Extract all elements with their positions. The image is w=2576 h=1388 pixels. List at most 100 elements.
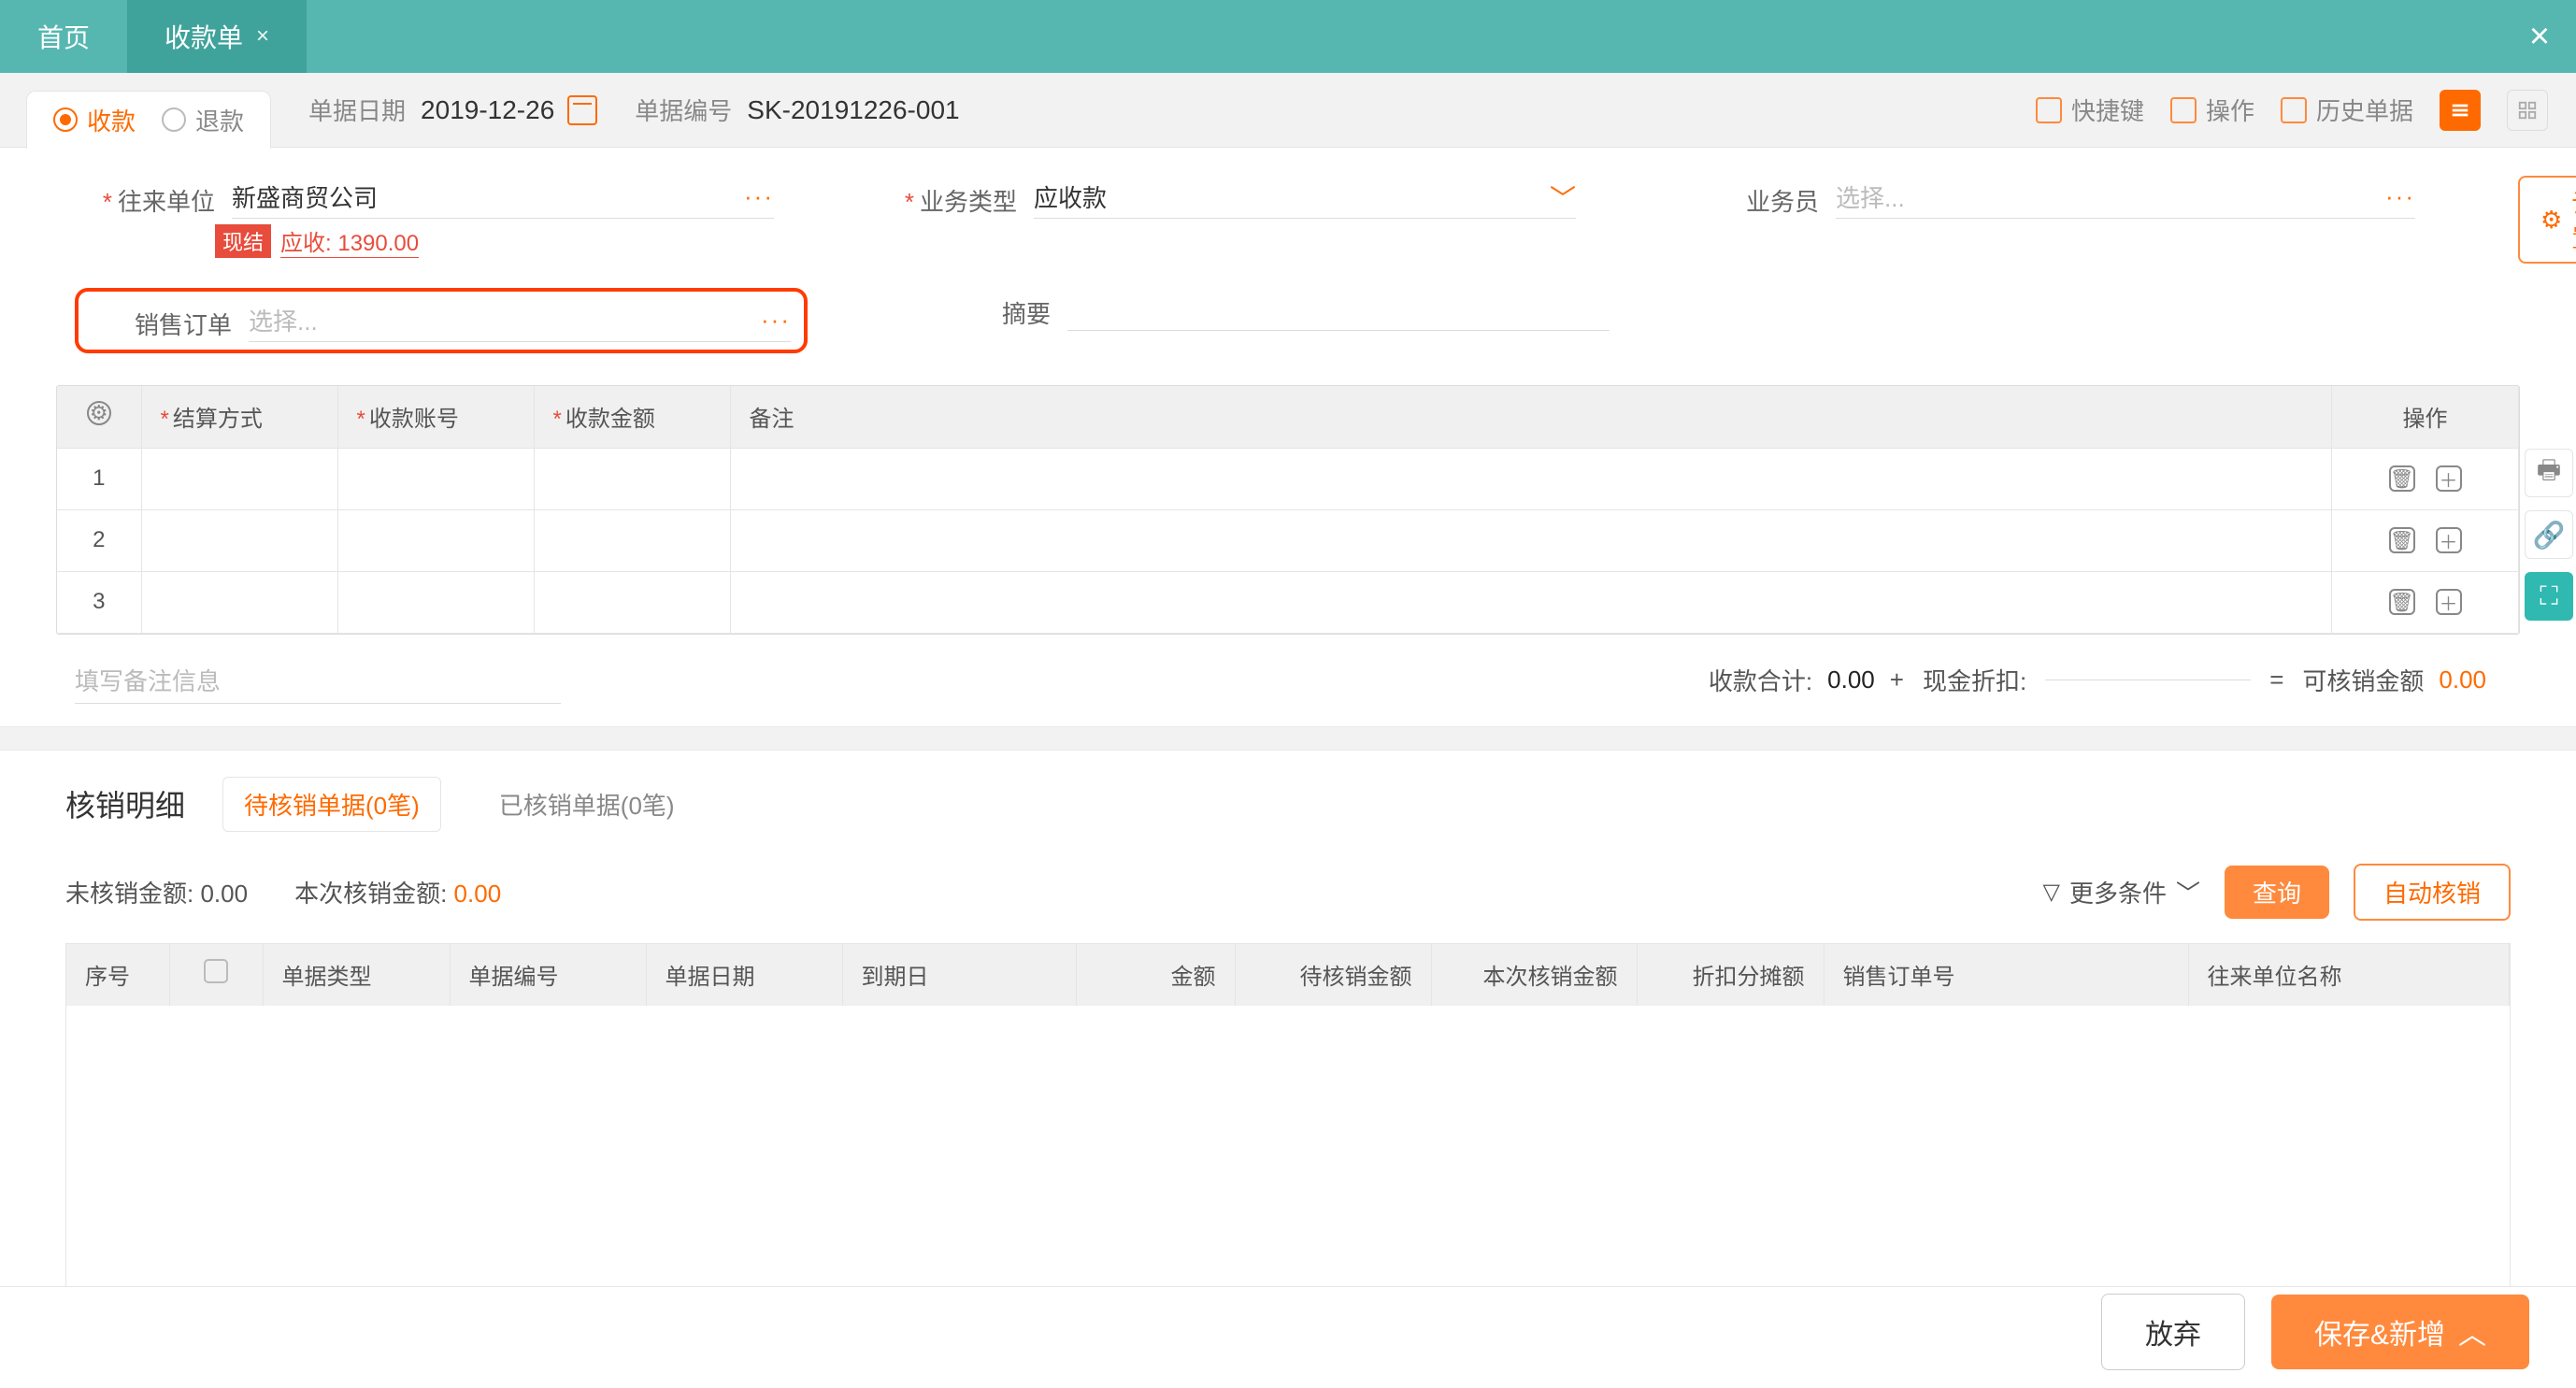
auto-verify-button[interactable]: 自动核销: [2354, 864, 2511, 921]
col-ops: 操作: [2403, 407, 2448, 432]
detail-grid: *结算方式 *收款账号 *收款金额 备注 操作 1 🗑 ＋ 2: [56, 385, 2520, 635]
settings-button[interactable]: ⚙ 设置: [2518, 176, 2576, 264]
history-label: 历史单据: [2316, 93, 2413, 127]
sum-discount-label: 现金折扣:: [1923, 663, 2026, 697]
discard-button[interactable]: 放弃: [2101, 1294, 2245, 1370]
vcol-date: 单据日期: [665, 965, 755, 990]
vcol-type: 单据类型: [282, 965, 372, 990]
settings-label: 设置: [2571, 185, 2576, 254]
row-delete-icon[interactable]: 🗑: [2389, 589, 2415, 615]
clerk-more-icon[interactable]: ···: [2385, 182, 2415, 211]
save-new-button[interactable]: 保存&新增 ︿: [2271, 1295, 2529, 1369]
grid-row[interactable]: 1 🗑 ＋: [57, 448, 2519, 509]
chevron-down-icon: ﹀: [1550, 179, 1576, 216]
more-filter[interactable]: ▽ 更多条件 ﹀: [2042, 875, 2200, 909]
doc-no-label: 单据编号: [635, 93, 732, 127]
party-balance: 应收: 1390.00: [280, 224, 419, 258]
summary-input[interactable]: [1067, 288, 1610, 331]
document-bar: 收款 退款 单据日期 2019-12-26 单据编号 SK-20191226-0…: [0, 73, 2576, 148]
ops-icon: [2170, 97, 2197, 123]
rail-link-icon[interactable]: 🔗: [2525, 510, 2573, 559]
select-all-checkbox[interactable]: [204, 959, 228, 983]
tab-receipt[interactable]: 收款单 ×: [127, 0, 307, 73]
party-label: 往来单位: [118, 188, 215, 216]
auto-verify-label: 自动核销: [2383, 880, 2481, 908]
unv-value: 0.00: [200, 880, 248, 908]
radio-refund-label: 退款: [195, 103, 244, 137]
summary-label: 摘要: [1002, 300, 1051, 328]
col-amount: 收款金额: [565, 407, 655, 432]
party-more-icon[interactable]: ···: [744, 182, 774, 211]
field-biztype: *业务类型 应收款 ﹀: [877, 176, 1576, 219]
vcol-party: 往来单位名称: [2208, 965, 2342, 990]
clerk-select[interactable]: 选择... ···: [1836, 176, 2415, 219]
sales-order-label: 销售订单: [135, 311, 232, 339]
row-index: 3: [57, 571, 141, 633]
sales-order-select[interactable]: 选择... ···: [249, 299, 791, 342]
grid-row[interactable]: 3 🗑 ＋: [57, 571, 2519, 633]
vcol-amount: 金额: [1171, 965, 1216, 990]
vcol-so: 销售订单号: [1843, 965, 1955, 990]
verify-tab-done[interactable]: 已核销单据(0笔): [479, 778, 695, 831]
vcol-seq: 序号: [85, 965, 130, 990]
sales-order-placeholder: 选择...: [249, 303, 318, 337]
vcol-this: 本次核销金额: [1483, 965, 1618, 990]
row-delete-icon[interactable]: 🗑: [2389, 465, 2415, 492]
view-card-button[interactable]: [2507, 90, 2548, 131]
radio-receipt[interactable]: 收款: [53, 103, 136, 137]
vcol-disc: 折扣分摊额: [1693, 965, 1805, 990]
side-rail: 🖶 🔗 ⛶: [2522, 449, 2576, 621]
radio-dot-icon: [53, 107, 78, 132]
field-party: *往来单位 新盛商贸公司 ··· 现结 应收: 1390.00: [75, 176, 774, 258]
form-area: *往来单位 新盛商贸公司 ··· 现结 应收: 1390.00 *业务类型 应收…: [0, 148, 2576, 363]
tab-receipt-label: 收款单: [165, 18, 243, 55]
ops-link[interactable]: 操作: [2170, 93, 2254, 127]
biztype-label: 业务类型: [920, 188, 1017, 216]
doc-date-value[interactable]: 2019-12-26: [421, 95, 554, 125]
sum-total-value: 0.00: [1827, 665, 1875, 694]
tab-home[interactable]: 首页: [0, 0, 127, 73]
biztype-select[interactable]: 应收款 ﹀: [1034, 176, 1576, 219]
section-divider: [0, 726, 2576, 751]
history-icon: [2281, 97, 2307, 123]
grid-gear-icon[interactable]: [87, 401, 111, 425]
footer-bar: 放弃 保存&新增 ︿: [0, 1286, 2576, 1376]
sum-writable-label: 可核销金额: [2302, 663, 2424, 697]
grid-row[interactable]: 2 🗑 ＋: [57, 509, 2519, 571]
rail-expand-icon[interactable]: ⛶: [2525, 572, 2573, 621]
chevron-down-icon: ﹀: [2176, 875, 2200, 909]
note-input[interactable]: 填写备注信息: [75, 657, 561, 704]
row-index: 2: [57, 509, 141, 571]
query-button[interactable]: 查询: [2225, 866, 2329, 919]
row-delete-icon[interactable]: 🗑: [2389, 527, 2415, 553]
verify-title: 核销明细: [65, 782, 185, 825]
shortcut-link[interactable]: 快捷键: [2036, 93, 2144, 127]
history-link[interactable]: 历史单据: [2281, 93, 2413, 127]
chevron-up-icon: ︿: [2458, 1311, 2486, 1352]
calendar-icon[interactable]: [567, 95, 597, 125]
shortcut-icon: [2036, 97, 2062, 123]
view-list-button[interactable]: [2440, 90, 2481, 131]
verify-tab-pending[interactable]: 待核销单据(0笔): [222, 777, 441, 832]
sum-eq: =: [2269, 665, 2283, 694]
row-add-icon[interactable]: ＋: [2436, 465, 2462, 492]
col-remark: 备注: [750, 407, 794, 432]
window-close-icon[interactable]: ×: [2503, 0, 2576, 73]
radio-refund[interactable]: 退款: [162, 103, 244, 137]
clerk-label: 业务员: [1746, 188, 1819, 216]
tab-close-icon[interactable]: ×: [256, 23, 269, 50]
clerk-placeholder: 选择...: [1836, 179, 1905, 214]
vcol-pending: 待核销金额: [1300, 965, 1412, 990]
receipt-type-group: 收款 退款: [26, 91, 271, 149]
sales-order-more-icon[interactable]: ···: [761, 306, 791, 335]
radio-dot-icon: [162, 107, 186, 132]
rail-print-icon[interactable]: 🖶: [2525, 449, 2573, 497]
row-add-icon[interactable]: ＋: [2436, 527, 2462, 553]
this-value: 0.00: [454, 880, 502, 908]
discard-label: 放弃: [2145, 1320, 2201, 1351]
field-sales-order: 销售订单 选择... ···: [75, 288, 808, 353]
this-label: 本次核销金额:: [294, 880, 447, 908]
row-add-icon[interactable]: ＋: [2436, 589, 2462, 615]
top-tab-bar: 首页 收款单 × ×: [0, 0, 2576, 73]
party-input[interactable]: 新盛商贸公司 ···: [232, 176, 774, 219]
